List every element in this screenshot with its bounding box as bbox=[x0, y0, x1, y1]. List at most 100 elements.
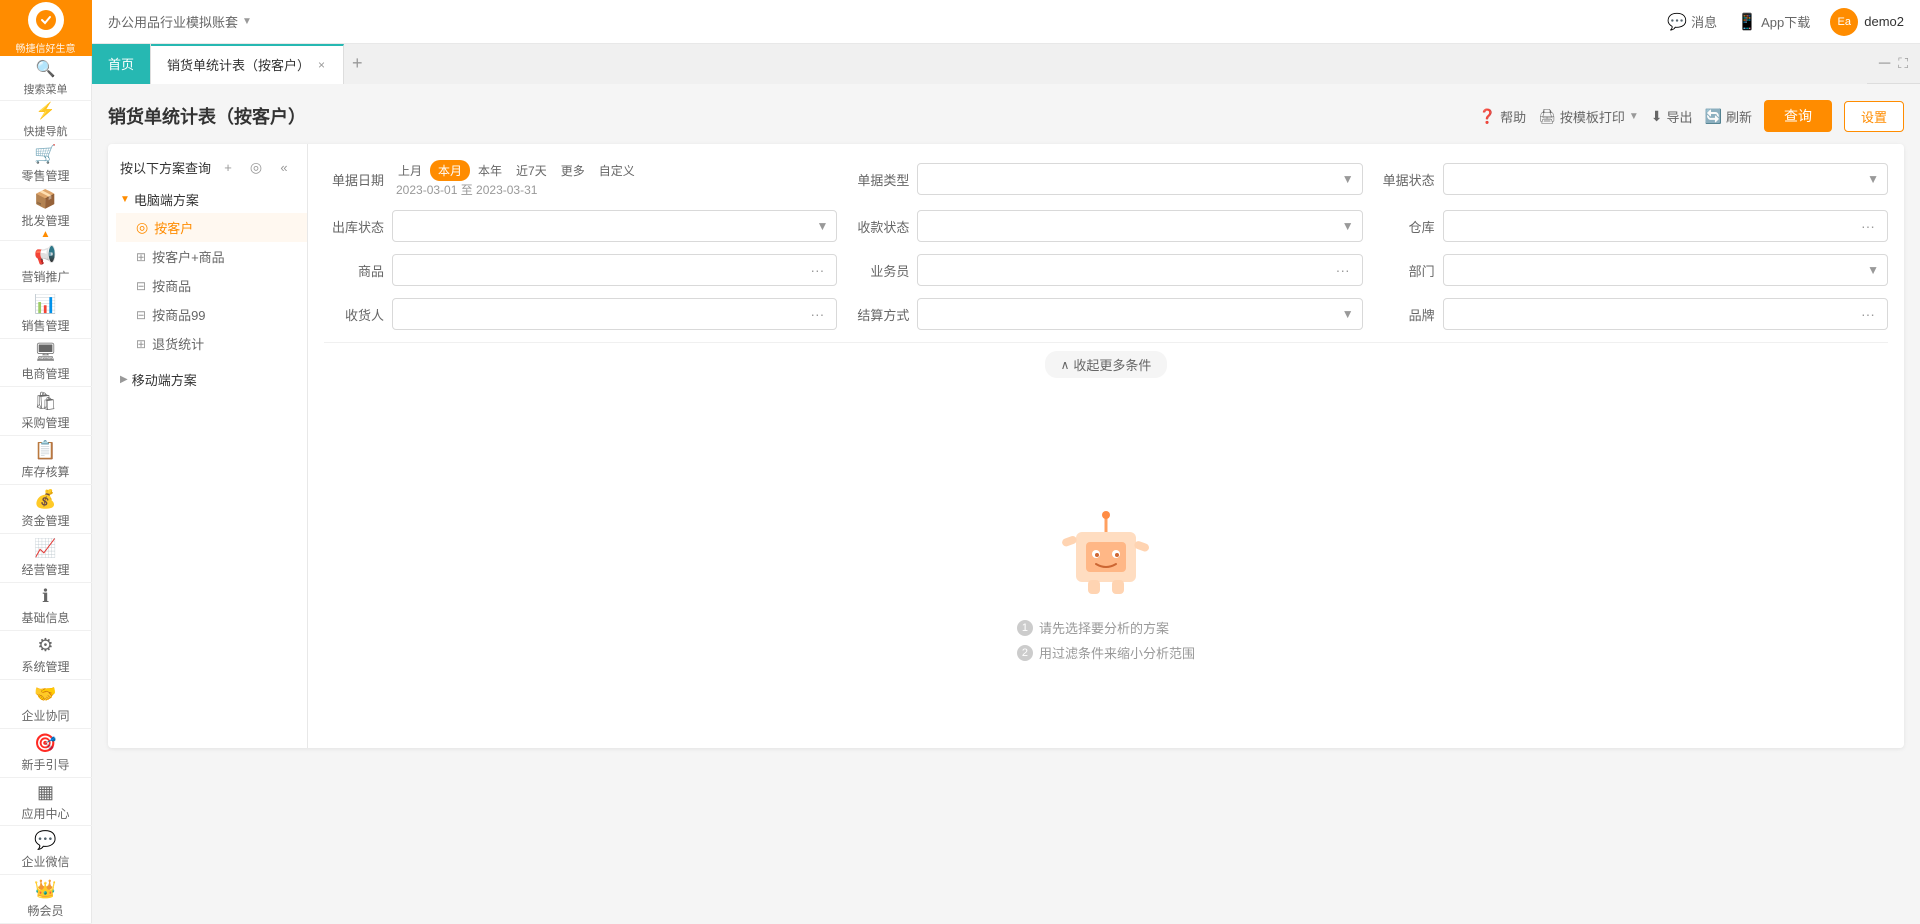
warehouse-ellipsis[interactable]: ··· bbox=[1857, 218, 1879, 234]
date-btn-more[interactable]: 更多 bbox=[555, 160, 591, 181]
tab-home[interactable]: 首页 bbox=[92, 44, 151, 84]
export-button[interactable]: ⬇ 导出 bbox=[1651, 107, 1693, 126]
sidebar-item-sales[interactable]: 📊 销售管理 bbox=[0, 290, 92, 339]
warehouse-select[interactable]: ··· bbox=[1443, 210, 1888, 242]
scheme-item-by-customer[interactable]: ◎ 按客户 bbox=[116, 213, 307, 242]
chevron-down-icon: ▼ bbox=[242, 16, 252, 27]
brand-select[interactable]: ··· bbox=[1443, 298, 1888, 330]
print-button[interactable]: 🖨 按模板打印 ▼ bbox=[1538, 107, 1639, 126]
page-header: 销货单统计表（按客户） ❓ 帮助 🖨 按模板打印 ▼ ⬇ 导出 bbox=[108, 100, 1904, 132]
sidebar-item-purchase[interactable]: 🛍 采购管理 bbox=[0, 387, 92, 436]
collapse-icon: ∧ bbox=[1061, 358, 1070, 372]
consignee-ellipsis[interactable]: ··· bbox=[806, 306, 828, 322]
brand-ellipsis[interactable]: ··· bbox=[1857, 306, 1879, 322]
filter-row-2: 出库状态 ▼ 收款状态 bbox=[324, 210, 1888, 242]
help-button[interactable]: ❓ 帮助 bbox=[1479, 107, 1526, 126]
out-select[interactable]: ▼ bbox=[392, 210, 837, 242]
scheme-panel: 按以下方案查询 + ◎ « ▼ bbox=[108, 144, 308, 748]
print-dropdown-icon: ▼ bbox=[1629, 111, 1639, 122]
help-icon: ❓ bbox=[1479, 108, 1496, 125]
sidebar-item-business[interactable]: 📈 经营管理 bbox=[0, 534, 92, 583]
sidebar-item-apps[interactable]: ▦ 应用中心 bbox=[0, 778, 92, 827]
sidebar-item-basic[interactable]: ℹ 基础信息 bbox=[0, 583, 92, 632]
sidebar-item-search[interactable]: 🔍 搜索菜单 bbox=[0, 56, 92, 101]
settings-button[interactable]: 设置 bbox=[1844, 101, 1904, 132]
scheme-item-by-product99[interactable]: ⊟ 按商品99 bbox=[116, 300, 307, 329]
maximize-icon[interactable]: ⛶ bbox=[1898, 55, 1908, 72]
filter-brand-field: 品牌 ··· bbox=[1375, 298, 1888, 330]
date-btn-7days[interactable]: 近7天 bbox=[510, 160, 553, 181]
window-controls: ─ ⛶ bbox=[1867, 55, 1920, 73]
scheme-group-desktop-items: ◎ 按客户 ⊞ 按客户+商品 ⊟ bbox=[108, 213, 307, 358]
scheme-item-by-product[interactable]: ⊟ 按商品 bbox=[116, 271, 307, 300]
dept-select[interactable]: ▼ bbox=[1443, 254, 1888, 286]
refresh-icon: 🔄 bbox=[1705, 108, 1722, 125]
minimize-icon[interactable]: ─ bbox=[1879, 55, 1890, 73]
receipt-select[interactable]: ▼ bbox=[917, 210, 1362, 242]
add-scheme-button[interactable]: + bbox=[217, 156, 239, 178]
query-button[interactable]: 查询 bbox=[1764, 100, 1832, 132]
product-icon: ⊟ bbox=[136, 279, 146, 293]
sidebar-item-quick-nav[interactable]: ⚡ 快捷导航 bbox=[0, 101, 92, 140]
filter-settle-field: 结算方式 ▼ bbox=[849, 298, 1362, 330]
sidebar-item-inventory[interactable]: 📋 库存核算 bbox=[0, 436, 92, 485]
industry-selector[interactable]: 办公用品行业模拟账套 ▼ bbox=[108, 12, 252, 31]
content-area: 按以下方案查询 + ◎ « ▼ bbox=[108, 144, 1904, 748]
app-logo: 畅捷信好生意 bbox=[0, 0, 92, 56]
goods-select[interactable]: ··· bbox=[392, 254, 837, 286]
staff-ellipsis[interactable]: ··· bbox=[1332, 262, 1354, 278]
customer-scheme-icon: ◎ bbox=[136, 219, 148, 236]
sidebar-item-ecommerce[interactable]: 🖥 电商管理 bbox=[0, 339, 92, 388]
filter-receipt-field: 收款状态 ▼ bbox=[849, 210, 1362, 242]
settle-select[interactable]: ▼ bbox=[917, 298, 1362, 330]
sidebar-item-finance[interactable]: 💰 资金管理 bbox=[0, 485, 92, 534]
date-btn-this-year[interactable]: 本年 bbox=[472, 160, 508, 181]
message-button[interactable]: 💬 消息 bbox=[1667, 12, 1717, 32]
app-download-button[interactable]: 📱 App下载 bbox=[1737, 12, 1810, 32]
triangle-icon: ▼ bbox=[120, 194, 130, 205]
scheme-item-return-stats[interactable]: ⊞ 退货统计 bbox=[116, 329, 307, 358]
staff-select[interactable]: ··· bbox=[917, 254, 1362, 286]
sidebar-item-retail[interactable]: 🛒 零售管理 bbox=[0, 140, 92, 189]
goods-ellipsis[interactable]: ··· bbox=[806, 262, 828, 278]
collapse-scheme-button[interactable]: « bbox=[273, 156, 295, 178]
sidebar-item-member[interactable]: 👑 畅会员 bbox=[0, 875, 92, 924]
sidebar-item-wechat[interactable]: 💬 企业微信 bbox=[0, 826, 92, 875]
type-select[interactable]: ▼ bbox=[917, 163, 1362, 195]
customer-product-icon: ⊞ bbox=[136, 250, 146, 264]
sidebar-item-newbie[interactable]: 🎯 新手引导 bbox=[0, 729, 92, 778]
scheme-group-mobile-header[interactable]: ▶ 移动端方案 bbox=[108, 366, 307, 393]
user-profile[interactable]: Ea demo2 bbox=[1830, 8, 1904, 36]
sidebar-item-system[interactable]: ⚙ 系统管理 bbox=[0, 631, 92, 680]
date-btn-custom[interactable]: 自定义 bbox=[593, 160, 641, 181]
sidebar-item-wholesale[interactable]: 📦 批发管理 ▲ bbox=[0, 189, 92, 241]
chevron-down-icon: ▼ bbox=[1342, 307, 1354, 321]
status-select[interactable]: ▼ bbox=[1443, 163, 1888, 195]
scheme-group-desktop-header[interactable]: ▼ 电脑端方案 bbox=[108, 186, 307, 213]
sidebar-item-collaboration[interactable]: 🤝 企业协同 bbox=[0, 680, 92, 729]
filter-status-field: 单据状态 ▼ bbox=[1375, 163, 1888, 195]
empty-tip-1: 1 请先选择要分析的方案 bbox=[1017, 618, 1195, 637]
message-icon: 💬 bbox=[1667, 12, 1687, 32]
tab-sales-stats[interactable]: 销货单统计表（按客户） × bbox=[151, 44, 344, 84]
date-btn-last-month[interactable]: 上月 bbox=[392, 160, 428, 181]
empty-tips: 1 请先选择要分析的方案 2 用过滤条件来缩小分析范围 bbox=[1017, 618, 1195, 668]
tab-expand-button[interactable]: + bbox=[344, 44, 1867, 84]
chevron-down-icon: ▼ bbox=[1342, 219, 1354, 233]
export-icon: ⬇ bbox=[1651, 108, 1663, 125]
tab-bar: 首页 销货单统计表（按客户） × + ─ ⛶ bbox=[92, 44, 1920, 84]
scheme-group-desktop: ▼ 电脑端方案 ◎ 按客户 ⊞ bbox=[108, 186, 307, 366]
edit-scheme-button[interactable]: ◎ bbox=[245, 156, 267, 178]
scheme-item-by-customer-product[interactable]: ⊞ 按客户+商品 bbox=[116, 242, 307, 271]
sidebar-item-marketing[interactable]: 📢 营销推广 bbox=[0, 241, 92, 290]
collapse-button[interactable]: ∧ 收起更多条件 bbox=[1045, 351, 1168, 378]
filter-row-4: 收货人 ··· 结算方式 bbox=[324, 298, 1888, 330]
filter-row-1: 单据日期 上月 本月 本年 近7天 更多 自定义 bbox=[324, 160, 1888, 198]
refresh-button[interactable]: 🔄 刷新 bbox=[1705, 107, 1752, 126]
date-range-display: 2023-03-01 至 2023-03-31 bbox=[396, 181, 837, 198]
close-tab-icon[interactable]: × bbox=[316, 58, 327, 72]
date-btn-this-month[interactable]: 本月 bbox=[430, 160, 470, 181]
download-icon: 📱 bbox=[1737, 12, 1757, 32]
consignee-select[interactable]: ··· bbox=[392, 298, 837, 330]
right-panel: 单据日期 上月 本月 本年 近7天 更多 自定义 bbox=[308, 144, 1904, 748]
